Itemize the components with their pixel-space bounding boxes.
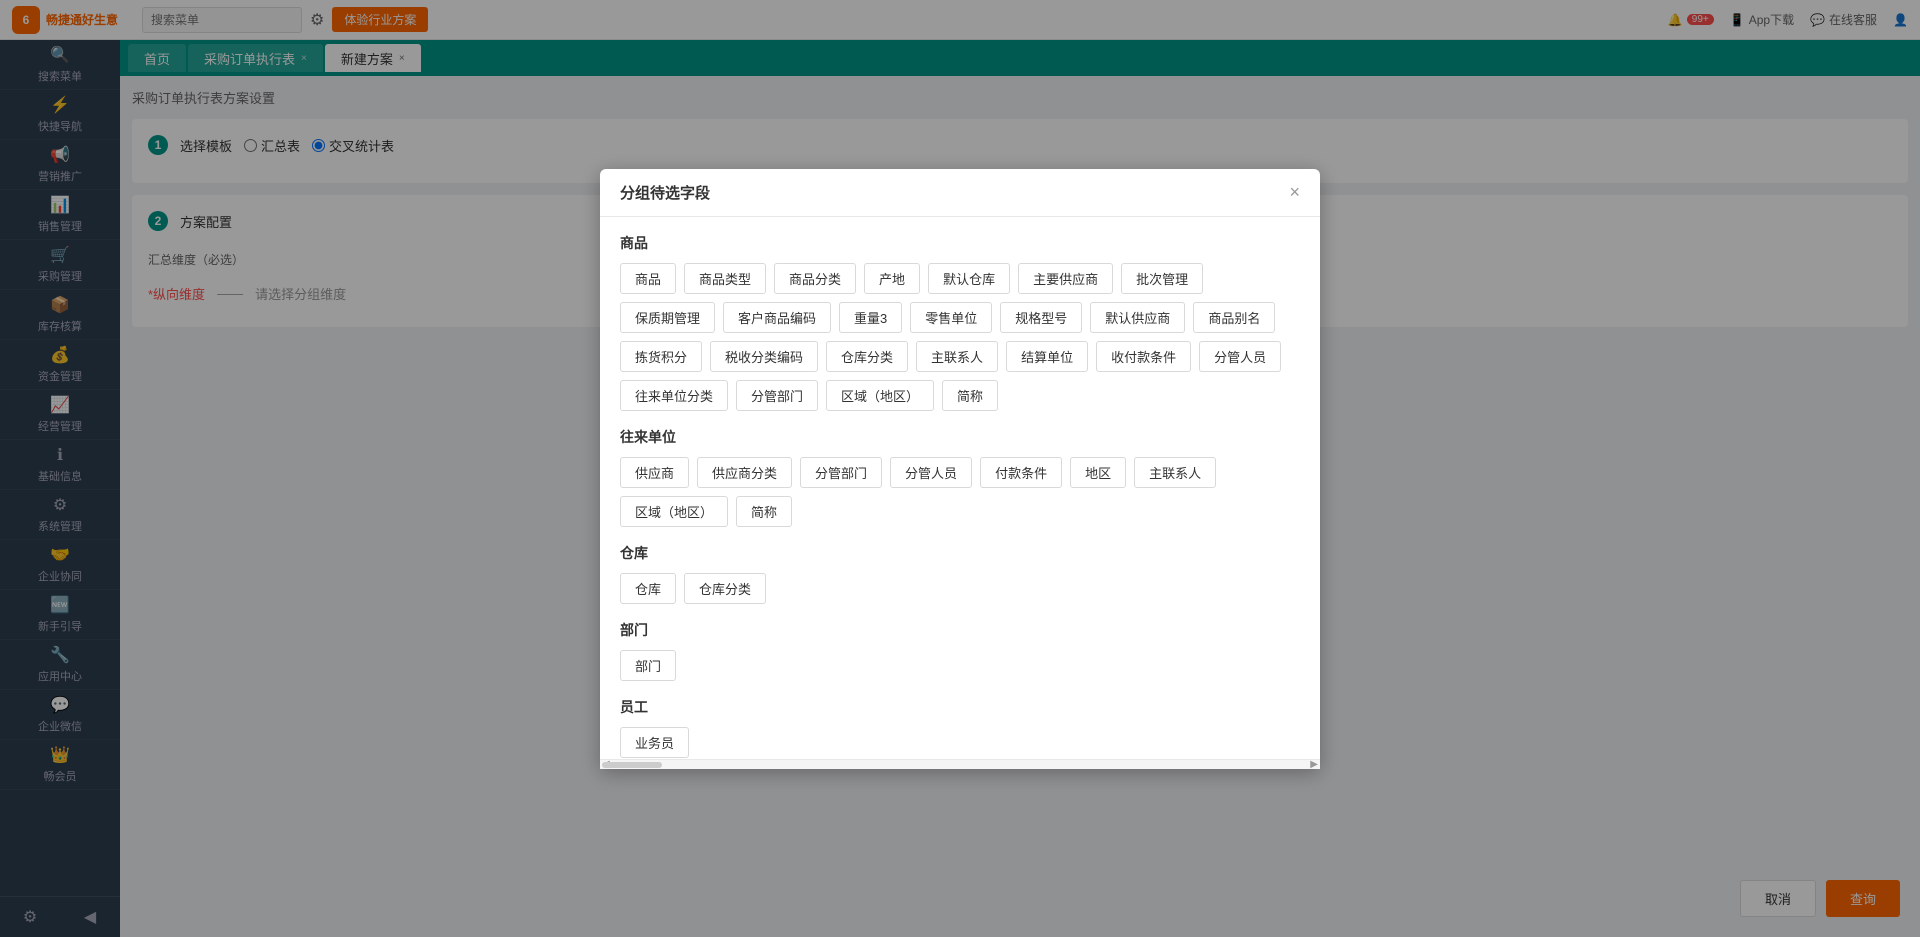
field-tag-主联系人[interactable]: 主联系人 [916,341,998,372]
section-仓库: 仓库仓库仓库分类 [620,543,1300,604]
field-tag-主要供应商[interactable]: 主要供应商 [1018,263,1113,294]
scroll-right-arrow[interactable]: ▶ [1310,759,1318,770]
field-tags-仓库: 仓库仓库分类 [620,573,1300,604]
field-tag-仓库分类[interactable]: 仓库分类 [826,341,908,372]
section-员工: 员工业务员 [620,697,1300,758]
modal-close-button[interactable]: × [1289,182,1300,203]
section-title-员工: 员工 [620,697,1300,717]
scroll-thumb[interactable] [602,762,662,768]
field-tag-产地[interactable]: 产地 [864,263,920,294]
field-tags-部门: 部门 [620,650,1300,681]
field-tag-拣货积分[interactable]: 拣货积分 [620,341,702,372]
field-tag-分管人员[interactable]: 分管人员 [890,457,972,488]
section-title-商品: 商品 [620,233,1300,253]
field-tag-商品[interactable]: 商品 [620,263,676,294]
field-tag-部门[interactable]: 部门 [620,650,676,681]
field-tag-保质期管理[interactable]: 保质期管理 [620,302,715,333]
section-title-部门: 部门 [620,620,1300,640]
scroll-arrows: ◀ ▶ [600,760,1320,769]
section-部门: 部门部门 [620,620,1300,681]
field-tag-简称[interactable]: 简称 [736,496,792,527]
field-tag-区域（地区）[interactable]: 区域（地区） [826,380,934,411]
field-tag-重量3[interactable]: 重量3 [839,302,902,333]
field-select-modal: 分组待选字段 × 商品商品商品类型商品分类产地默认仓库主要供应商批次管理保质期管… [600,169,1320,769]
modal-body: 商品商品商品类型商品分类产地默认仓库主要供应商批次管理保质期管理客户商品编码重量… [600,217,1320,759]
field-tag-批次管理[interactable]: 批次管理 [1121,263,1203,294]
field-tag-供应商分类[interactable]: 供应商分类 [697,457,792,488]
section-title-往来单位: 往来单位 [620,427,1300,447]
field-tag-仓库分类[interactable]: 仓库分类 [684,573,766,604]
field-tags-往来单位: 供应商供应商分类分管部门分管人员付款条件地区主联系人区域（地区） 简称 [620,457,1300,527]
section-往来单位: 往来单位供应商供应商分类分管部门分管人员付款条件地区主联系人区域（地区） 简称 [620,427,1300,527]
modal-overlay: 分组待选字段 × 商品商品商品类型商品分类产地默认仓库主要供应商批次管理保质期管… [0,0,1920,937]
field-tag-简称[interactable]: 简称 [942,380,998,411]
field-tag-零售单位[interactable]: 零售单位 [910,302,992,333]
field-tags-商品: 商品商品类型商品分类产地默认仓库主要供应商批次管理保质期管理客户商品编码重量3 零… [620,263,1300,411]
field-tag-往来单位分类[interactable]: 往来单位分类 [620,380,728,411]
field-tag-付款条件[interactable]: 付款条件 [980,457,1062,488]
field-tag-商品类型[interactable]: 商品类型 [684,263,766,294]
field-tag-分管人员[interactable]: 分管人员 [1199,341,1281,372]
field-tag-主联系人[interactable]: 主联系人 [1134,457,1216,488]
modal-header: 分组待选字段 × [600,169,1320,217]
modal-title: 分组待选字段 [620,182,710,203]
field-tag-结算单位[interactable]: 结算单位 [1006,341,1088,372]
field-tag-默认供应商[interactable]: 默认供应商 [1090,302,1185,333]
field-tag-业务员[interactable]: 业务员 [620,727,689,758]
field-tag-收付款条件[interactable]: 收付款条件 [1096,341,1191,372]
modal-horizontal-scrollbar[interactable]: ◀ ▶ [600,759,1320,769]
field-tags-员工: 业务员 [620,727,1300,758]
field-tag-供应商[interactable]: 供应商 [620,457,689,488]
field-tag-税收分类编码[interactable]: 税收分类编码 [710,341,818,372]
field-tag-分管部门[interactable]: 分管部门 [800,457,882,488]
field-tag-商品分类[interactable]: 商品分类 [774,263,856,294]
field-tag-区域（地区）[interactable]: 区域（地区） [620,496,728,527]
field-tag-默认仓库[interactable]: 默认仓库 [928,263,1010,294]
section-title-仓库: 仓库 [620,543,1300,563]
field-tag-分管部门[interactable]: 分管部门 [736,380,818,411]
section-商品: 商品商品商品类型商品分类产地默认仓库主要供应商批次管理保质期管理客户商品编码重量… [620,233,1300,411]
field-tag-地区[interactable]: 地区 [1070,457,1126,488]
field-tag-规格型号[interactable]: 规格型号 [1000,302,1082,333]
field-tag-客户商品编码[interactable]: 客户商品编码 [723,302,831,333]
field-tag-商品别名[interactable]: 商品别名 [1193,302,1275,333]
field-tag-仓库[interactable]: 仓库 [620,573,676,604]
